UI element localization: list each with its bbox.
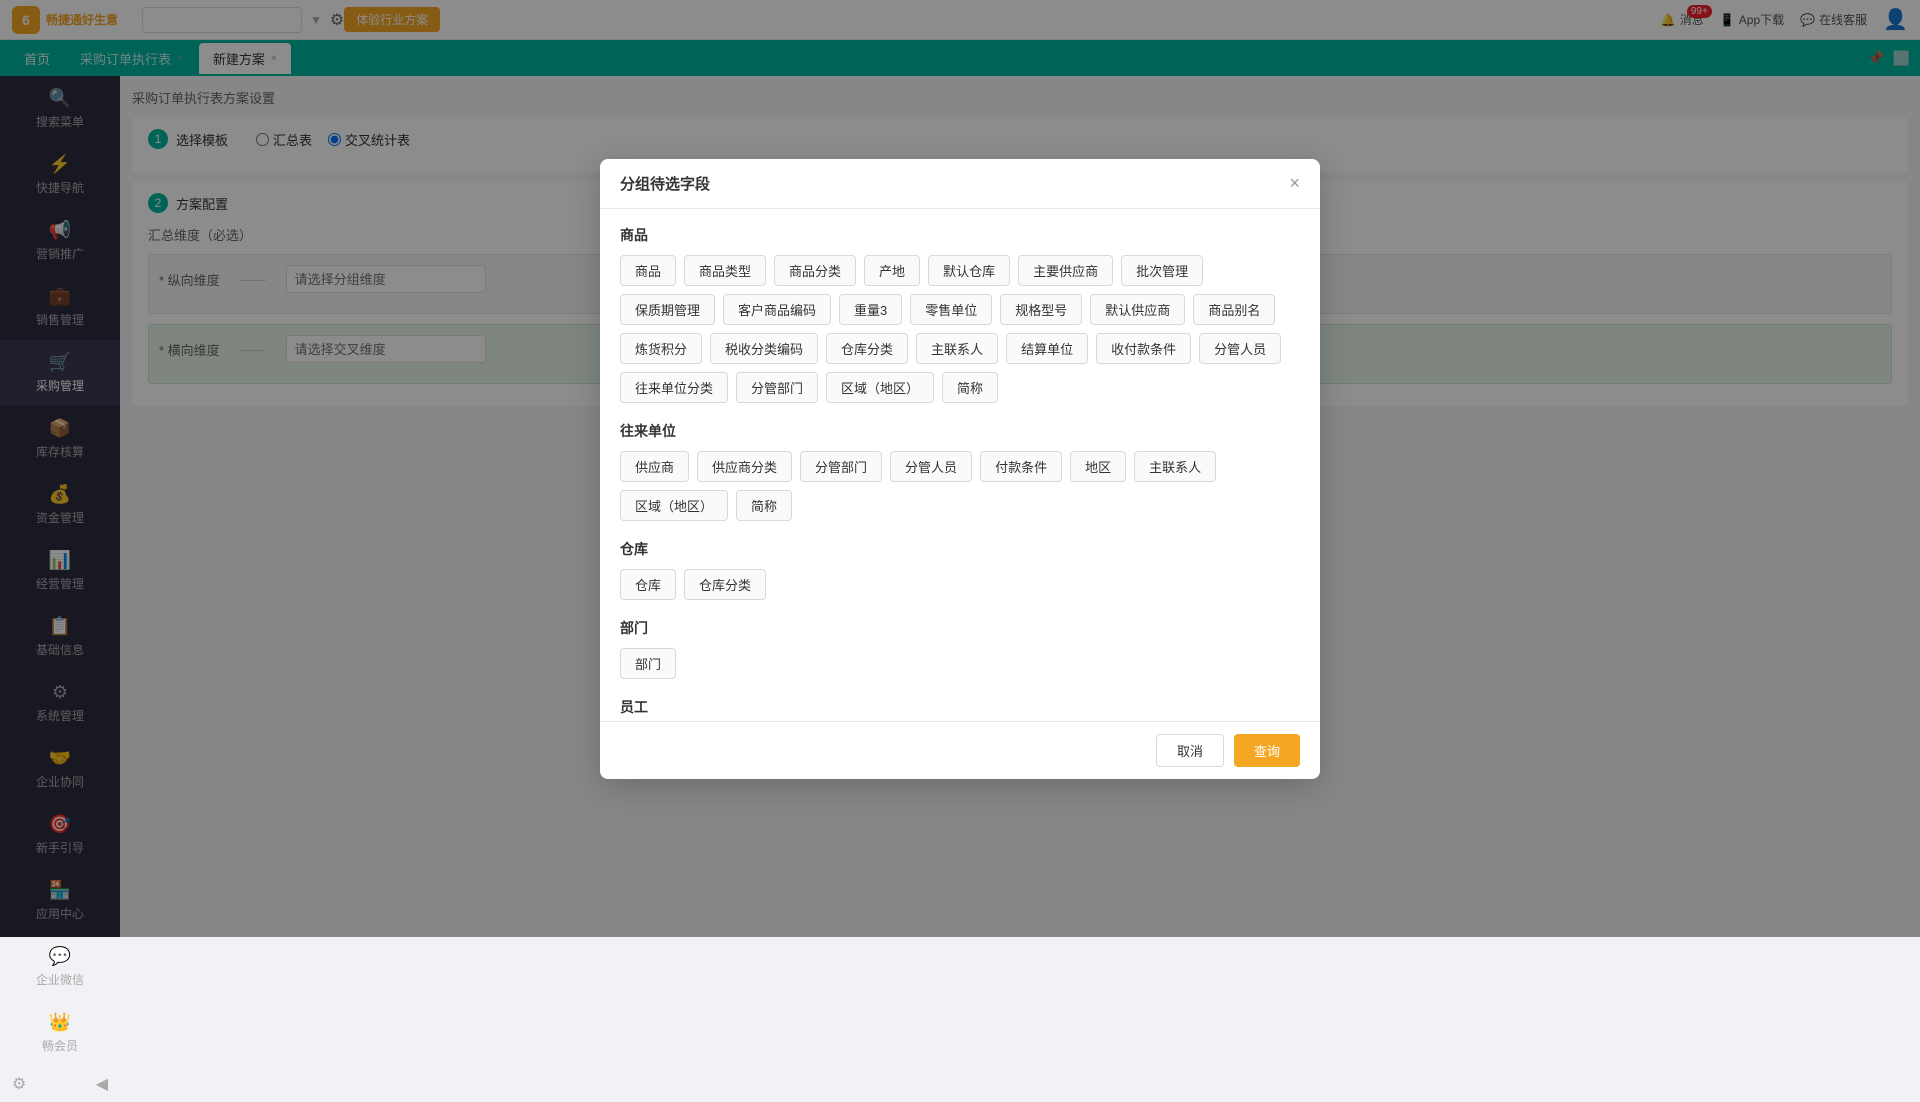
field-tag[interactable]: 区域（地区）	[620, 490, 728, 521]
field-tag[interactable]: 主联系人	[916, 333, 998, 364]
modal-body: 商品 商品 商品类型 商品分类 产地 默认仓库 主要供应商 批次管理 保质期管理…	[600, 209, 1320, 721]
field-tag[interactable]: 批次管理	[1121, 255, 1203, 286]
cancel-button[interactable]: 取消	[1156, 734, 1224, 767]
field-tag[interactable]: 商品别名	[1193, 294, 1275, 325]
field-tag[interactable]: 收付款条件	[1096, 333, 1191, 364]
section-warehouse: 仓库 仓库 仓库分类	[620, 539, 1300, 600]
field-tag[interactable]: 简称	[942, 372, 998, 403]
section-goods-title: 商品	[620, 225, 1300, 245]
field-tag[interactable]: 仓库分类	[684, 569, 766, 600]
modal-footer: 取消 查询	[600, 721, 1320, 779]
field-tag[interactable]: 仓库	[620, 569, 676, 600]
field-tag[interactable]: 区域（地区）	[826, 372, 934, 403]
field-tag[interactable]: 零售单位	[910, 294, 992, 325]
section-employee: 员工 业务员	[620, 697, 1300, 721]
field-tag[interactable]: 付款条件	[980, 451, 1062, 482]
field-tag[interactable]: 结算单位	[1006, 333, 1088, 364]
field-tag[interactable]: 主联系人	[1134, 451, 1216, 482]
field-tag[interactable]: 炼货积分	[620, 333, 702, 364]
field-tag[interactable]: 默认供应商	[1090, 294, 1185, 325]
section-dept-title: 部门	[620, 618, 1300, 638]
section-partner-title: 往来单位	[620, 421, 1300, 441]
field-tag[interactable]: 商品	[620, 255, 676, 286]
modal-header: 分组待选字段 ×	[600, 159, 1320, 209]
section-goods: 商品 商品 商品类型 商品分类 产地 默认仓库 主要供应商 批次管理 保质期管理…	[620, 225, 1300, 403]
field-tag[interactable]: 地区	[1070, 451, 1126, 482]
field-tag[interactable]: 默认仓库	[928, 255, 1010, 286]
sidebar-item-member[interactable]: 👑 畅会员	[0, 1000, 120, 1066]
field-tag[interactable]: 商品分类	[774, 255, 856, 286]
field-tag[interactable]: 供应商分类	[697, 451, 792, 482]
section-warehouse-title: 仓库	[620, 539, 1300, 559]
field-tag[interactable]: 分管人员	[890, 451, 972, 482]
field-tag[interactable]: 保质期管理	[620, 294, 715, 325]
field-tag[interactable]: 供应商	[620, 451, 689, 482]
field-tag[interactable]: 部门	[620, 648, 676, 679]
field-tag[interactable]: 简称	[736, 490, 792, 521]
field-tag[interactable]: 商品类型	[684, 255, 766, 286]
partner-field-tags: 供应商 供应商分类 分管部门 分管人员 付款条件 地区 主联系人 区域（地区） …	[620, 451, 1300, 521]
field-tag[interactable]: 分管部门	[800, 451, 882, 482]
wechat-icon: 💬	[49, 946, 71, 967]
field-tag[interactable]: 产地	[864, 255, 920, 286]
sidebar-collapse-icon[interactable]: ◀	[96, 1074, 108, 1094]
field-tag[interactable]: 主要供应商	[1018, 255, 1113, 286]
field-tag[interactable]: 税收分类编码	[710, 333, 818, 364]
field-tag[interactable]: 客户商品编码	[723, 294, 831, 325]
field-tag[interactable]: 仓库分类	[826, 333, 908, 364]
field-tag[interactable]: 分管部门	[736, 372, 818, 403]
modal-close-button[interactable]: ×	[1289, 173, 1300, 194]
member-icon: 👑	[49, 1012, 71, 1033]
sidebar-bottom: ⚙ ◀	[0, 1066, 120, 1102]
warehouse-field-tags: 仓库 仓库分类	[620, 569, 1300, 600]
field-tag[interactable]: 往来单位分类	[620, 372, 728, 403]
sidebar-item-wechat[interactable]: 💬 企业微信	[0, 934, 120, 1000]
field-tag[interactable]: 分管人员	[1199, 333, 1281, 364]
goods-field-tags: 商品 商品类型 商品分类 产地 默认仓库 主要供应商 批次管理 保质期管理 客户…	[620, 255, 1300, 403]
field-select-modal: 分组待选字段 × 商品 商品 商品类型 商品分类 产地 默认仓库 主要供应商 批…	[600, 159, 1320, 779]
section-employee-title: 员工	[620, 697, 1300, 717]
sidebar-settings-icon[interactable]: ⚙	[12, 1074, 26, 1094]
section-partner: 往来单位 供应商 供应商分类 分管部门 分管人员 付款条件 地区 主联系人 区域…	[620, 421, 1300, 521]
section-dept: 部门 部门	[620, 618, 1300, 679]
modal-title: 分组待选字段	[620, 173, 710, 194]
field-tag[interactable]: 规格型号	[1000, 294, 1082, 325]
confirm-button[interactable]: 查询	[1234, 734, 1300, 767]
field-tag[interactable]: 重量3	[839, 294, 902, 325]
dept-field-tags: 部门	[620, 648, 1300, 679]
